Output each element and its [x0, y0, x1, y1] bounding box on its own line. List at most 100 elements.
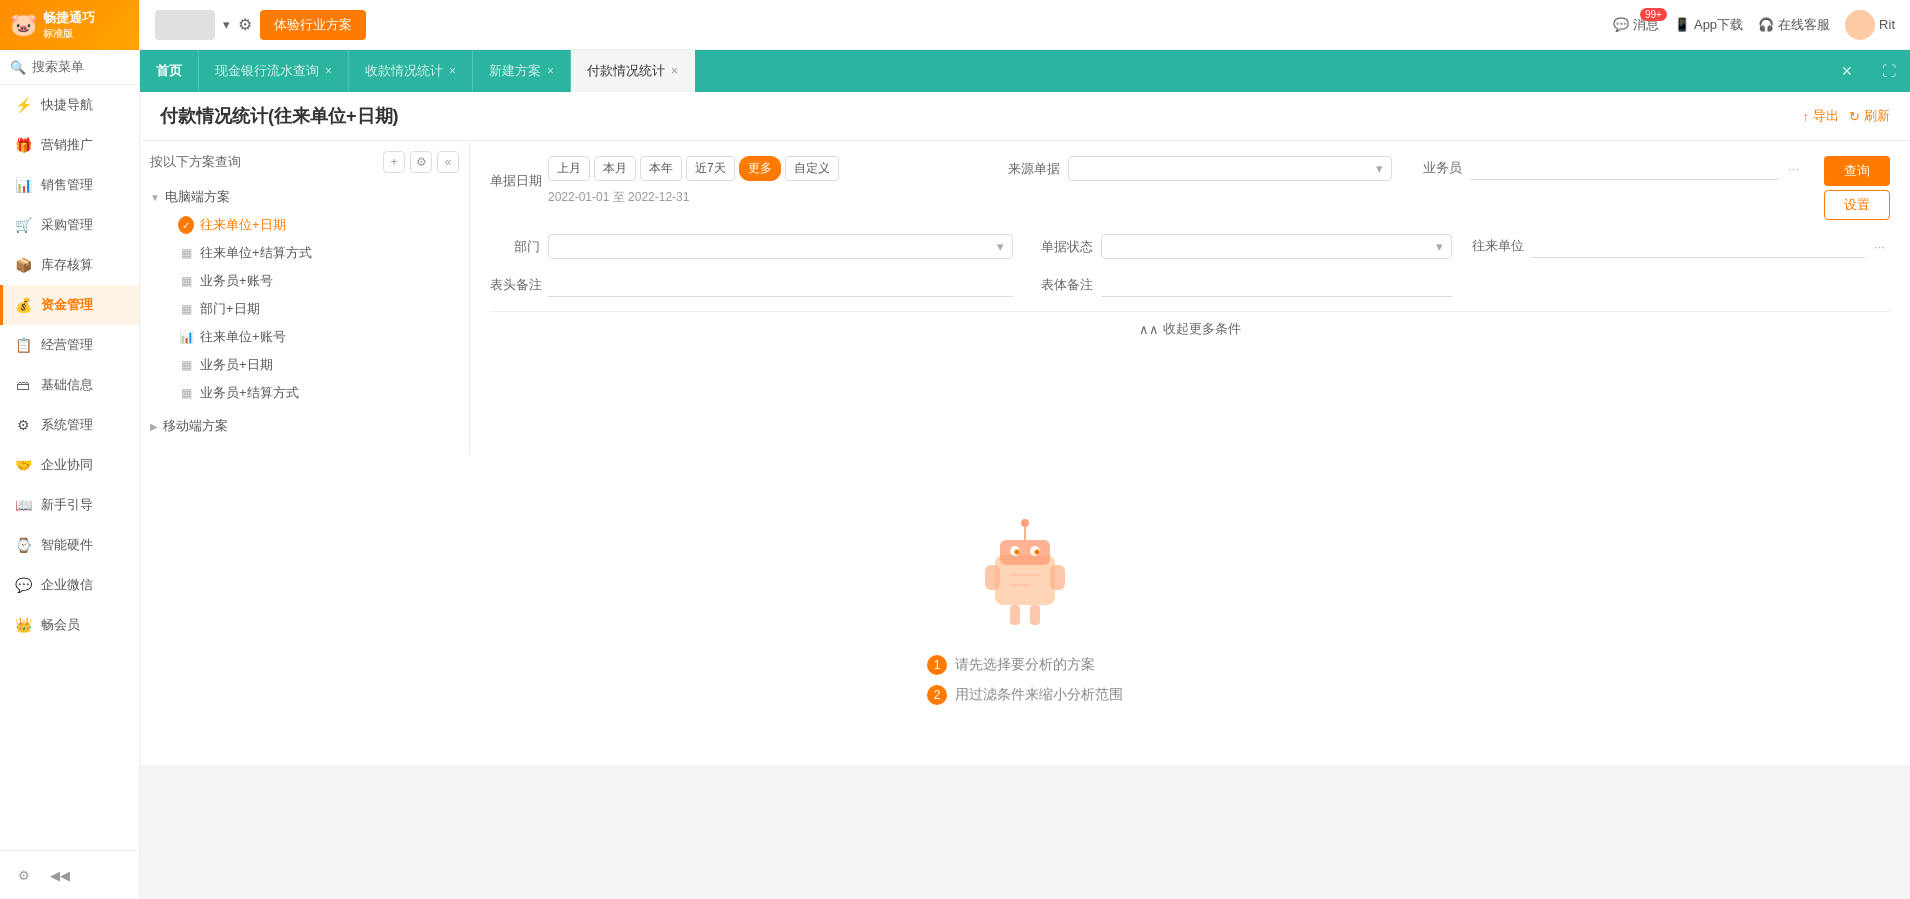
scheme-item-counterpart-date[interactable]: ✓ 往来单位+日期: [170, 211, 459, 239]
sidebar-item-enterprise[interactable]: 🤝 企业协同: [0, 445, 139, 485]
scheme-panel: 按以下方案查询 + ⚙ « ▼ 电脑端方案: [140, 141, 470, 455]
tab-new-scheme[interactable]: 新建方案 ×: [473, 50, 571, 92]
sidebar-item-label: 经营管理: [41, 336, 93, 354]
scheme-item-counterpart-account[interactable]: 📊 往来单位+账号: [170, 323, 459, 351]
scheme-item-dept-date[interactable]: ▦ 部门+日期: [170, 295, 459, 323]
tab-receivable[interactable]: 收款情况统计 ×: [349, 50, 473, 92]
pc-group-label: 电脑端方案: [165, 188, 230, 206]
online-service-btn[interactable]: 🎧 在线客服: [1758, 16, 1830, 34]
tab-home[interactable]: 首页: [140, 50, 199, 92]
pc-scheme-group-header[interactable]: ▼ 电脑端方案: [150, 183, 459, 211]
tab-close-all-btn[interactable]: ✕: [1826, 50, 1868, 92]
app-download-btn[interactable]: 📱 App下载: [1674, 16, 1743, 34]
sidebar-item-guide[interactable]: 📖 新手引导: [0, 485, 139, 525]
tab-payment-stat-label: 付款情况统计: [587, 62, 665, 80]
scheme-icon: ▦: [178, 385, 194, 401]
empty-tip-1: 1 请先选择要分析的方案: [927, 655, 1123, 675]
date-btn-last-month[interactable]: 上月: [548, 156, 590, 181]
query-btn[interactable]: 查询: [1824, 156, 1890, 186]
scheme-icon: ▦: [178, 273, 194, 289]
tab-bank-flow-close[interactable]: ×: [325, 64, 332, 78]
sidebar-item-member[interactable]: 👑 畅会员: [0, 605, 139, 645]
export-label: 导出: [1813, 107, 1839, 125]
sidebar-item-sales[interactable]: 📊 销售管理: [0, 165, 139, 205]
tab-expand-btn[interactable]: ⛶: [1868, 50, 1910, 92]
sidebar-item-operation[interactable]: 📋 经营管理: [0, 325, 139, 365]
sidebar-nav: ⚡ 快捷导航 🎁 营销推广 📊 销售管理 🛒 采购管理 📦 库存核算 💰 资金管…: [0, 85, 139, 850]
staff-field: 业务员 ···: [1412, 156, 1804, 180]
search-icon: 🔍: [10, 60, 26, 75]
dept-field: 部门 ▾: [490, 234, 1013, 259]
manage-scheme-btn[interactable]: ⚙: [410, 151, 432, 173]
collapse-more-btn[interactable]: ∧∧ 收起更多条件: [490, 311, 1890, 346]
staff-dots[interactable]: ···: [1783, 161, 1804, 176]
sidebar-item-system[interactable]: ⚙ 系统管理: [0, 405, 139, 445]
scheme-icon: ▦: [178, 357, 194, 373]
date-btn-this-year[interactable]: 本年: [640, 156, 682, 181]
sidebar-item-wechat[interactable]: 💬 企业微信: [0, 565, 139, 605]
body-notes-input[interactable]: [1101, 273, 1451, 297]
sidebar-item-basic-info[interactable]: 🗃 基础信息: [0, 365, 139, 405]
logo-icon: 🐷: [10, 12, 37, 38]
mobile-scheme-group-header[interactable]: ▶ 移动端方案: [150, 412, 459, 440]
user-avatar-area[interactable]: Rit: [1845, 10, 1895, 40]
sidebar-item-inventory[interactable]: 📦 库存核算: [0, 245, 139, 285]
svg-rect-1: [985, 565, 1000, 590]
source-slip-select[interactable]: ▾: [1068, 156, 1392, 181]
tab-new-scheme-close[interactable]: ×: [547, 64, 554, 78]
collapse-scheme-btn[interactable]: «: [437, 151, 459, 173]
sidebar-item-marketing[interactable]: 🎁 营销推广: [0, 125, 139, 165]
tab-payment-stat[interactable]: 付款情况统计 ×: [571, 50, 695, 92]
svg-rect-2: [1050, 565, 1065, 590]
scheme-icon: ▦: [178, 301, 194, 317]
sidebar-item-label: 智能硬件: [41, 536, 93, 554]
dept-select[interactable]: ▾: [548, 234, 1013, 259]
topbar-settings-icon[interactable]: ⚙: [238, 15, 252, 34]
add-scheme-btn[interactable]: +: [383, 151, 405, 173]
system-icon: ⚙: [13, 415, 33, 435]
refresh-btn[interactable]: ↻ 刷新: [1849, 107, 1890, 125]
page-actions: ↑ 导出 ↻ 刷新: [1803, 107, 1891, 125]
slip-status-label: 单据状态: [1033, 238, 1093, 256]
service-icon: 🎧: [1758, 17, 1774, 32]
counterpart-dots[interactable]: ···: [1869, 239, 1890, 254]
company-dropdown[interactable]: ▾: [223, 17, 230, 32]
tip-2-text: 用过滤条件来缩小分析范围: [955, 686, 1123, 704]
trial-btn[interactable]: 体验行业方案: [260, 10, 366, 40]
counterpart-input[interactable]: [1530, 234, 1866, 258]
sidebar-item-purchase[interactable]: 🛒 采购管理: [0, 205, 139, 245]
slip-status-select[interactable]: ▾: [1101, 234, 1451, 259]
sidebar-item-quick-nav[interactable]: ⚡ 快捷导航: [0, 85, 139, 125]
settings-btn[interactable]: 设置: [1824, 190, 1890, 220]
scheme-item-staff-account[interactable]: ▦ 业务员+账号: [170, 267, 459, 295]
page-header: 付款情况统计(往来单位+日期) ↑ 导出 ↻ 刷新: [140, 92, 1910, 141]
slip-date-label: 单据日期: [490, 172, 540, 190]
slip-status-arrow: ▾: [1436, 239, 1443, 254]
date-btn-more[interactable]: 更多: [739, 156, 781, 181]
scheme-item-staff-payment[interactable]: ▦ 业务员+结算方式: [170, 379, 459, 407]
date-btn-this-month[interactable]: 本月: [594, 156, 636, 181]
scheme-item-counterpart-payment[interactable]: ▦ 往来单位+结算方式: [170, 239, 459, 267]
header-notes-input[interactable]: [548, 273, 1013, 297]
svg-point-8: [1015, 550, 1020, 555]
guide-icon: 📖: [13, 495, 33, 515]
export-btn[interactable]: ↑ 导出: [1803, 107, 1840, 125]
empty-tip-2: 2 用过滤条件来缩小分析范围: [927, 685, 1123, 705]
staff-input[interactable]: [1470, 156, 1779, 180]
scheme-item-staff-date[interactable]: ▦ 业务员+日期: [170, 351, 459, 379]
date-btn-custom[interactable]: 自定义: [785, 156, 839, 181]
tab-payment-stat-close[interactable]: ×: [671, 64, 678, 78]
sidebar-item-hardware[interactable]: ⌚ 智能硬件: [0, 525, 139, 565]
collapse-sidebar-btn[interactable]: ◀◀: [46, 861, 74, 889]
tab-bank-flow[interactable]: 现金银行流水查询 ×: [199, 50, 349, 92]
scheme-header: 按以下方案查询 + ⚙ «: [150, 151, 459, 173]
settings-bottom-btn[interactable]: ⚙: [10, 861, 38, 889]
messages-btn[interactable]: 💬 消息 99+: [1613, 16, 1659, 34]
search-menu-button[interactable]: 🔍 搜索菜单: [0, 50, 139, 85]
sidebar-item-capital[interactable]: 💰 资金管理: [0, 285, 139, 325]
date-btn-7days[interactable]: 近7天: [686, 156, 735, 181]
header-notes-label: 表头备注: [490, 276, 540, 294]
tab-receivable-close[interactable]: ×: [449, 64, 456, 78]
filter-container: 按以下方案查询 + ⚙ « ▼ 电脑端方案: [140, 141, 1910, 455]
tab-receivable-label: 收款情况统计: [365, 62, 443, 80]
